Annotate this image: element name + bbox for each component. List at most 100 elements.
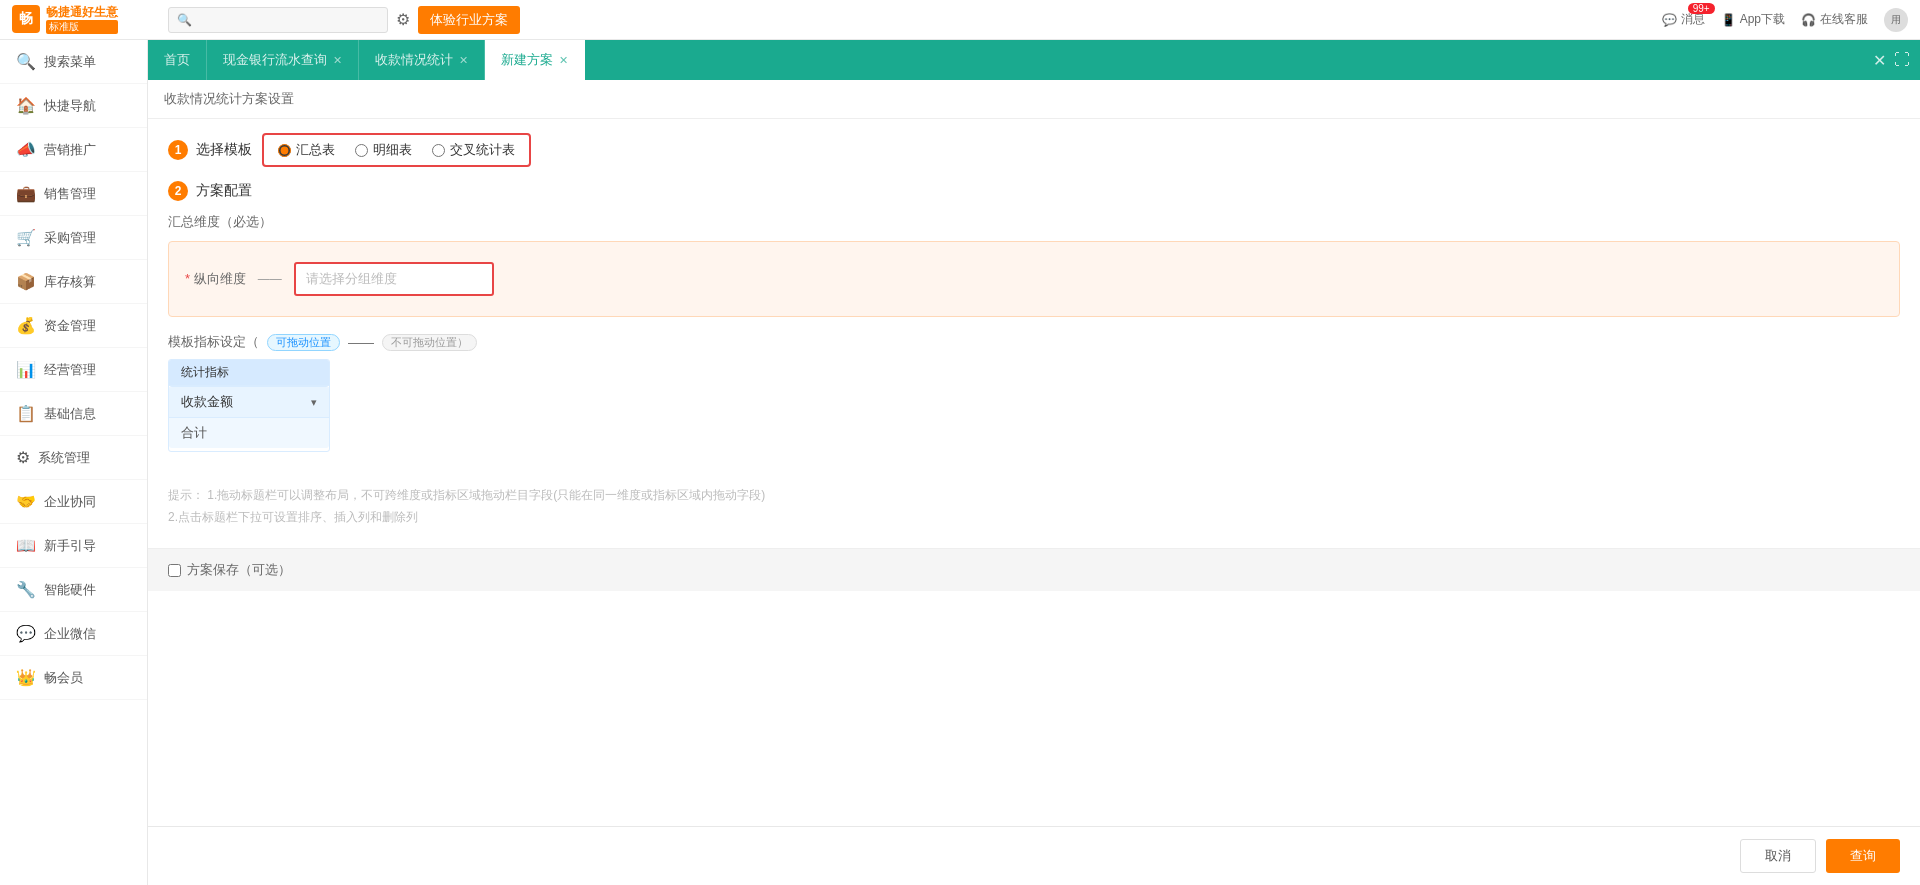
sidebar-item-sales[interactable]: 💼 销售管理	[0, 172, 147, 216]
message-badge: 99+	[1688, 3, 1715, 14]
sidebar-item-inventory[interactable]: 📦 库存核算	[0, 260, 147, 304]
purchase-icon: 🛒	[16, 228, 36, 247]
dimension-select[interactable]: 请选择分组维度	[294, 262, 494, 296]
step2-title: 方案配置	[196, 182, 252, 200]
movable-position-tag: 可拖动位置	[267, 334, 340, 351]
logo-text: 畅捷通好生意	[46, 5, 118, 19]
tab-receipt-stats-close[interactable]: ✕	[459, 54, 468, 67]
sidebar-item-system[interactable]: ⚙ 系统管理	[0, 436, 147, 480]
baseinfo-icon: 📋	[16, 404, 36, 423]
sidebar-item-member[interactable]: 👑 畅会员	[0, 656, 147, 700]
stats-column-header: 收款金额 ▾	[169, 387, 329, 418]
cancel-button[interactable]: 取消	[1740, 839, 1816, 873]
tab-bar: 首页 现金银行流水查询 ✕ 收款情况统计 ✕ 新建方案 ✕ ✕ ⛶	[148, 40, 1920, 80]
tab-bar-actions: ✕ ⛶	[1863, 40, 1920, 80]
tab-home[interactable]: 首页	[148, 40, 207, 80]
wechat-icon: 💬	[16, 624, 36, 643]
tab-new-plan[interactable]: 新建方案 ✕	[485, 40, 585, 80]
radio-cross-label: 交叉统计表	[450, 141, 515, 159]
dimension-arrow: ——	[258, 272, 282, 286]
service-icon: 🎧	[1801, 13, 1816, 27]
top-header: 畅 畅捷通好生意 标准版 🔍 ⚙ 体验行业方案 💬 消息 99+ 📱 App下载…	[0, 0, 1920, 40]
indicator-title-text: 模板指标设定（	[168, 333, 259, 351]
sales-icon: 💼	[16, 184, 36, 203]
stats-table: 收款金额 ▾ 合计	[169, 386, 329, 448]
tab-home-label: 首页	[164, 51, 190, 69]
system-icon: ⚙	[16, 448, 30, 467]
radio-summary-input[interactable]	[278, 144, 291, 157]
tab-receipt-stats-label: 收款情况统计	[375, 51, 453, 69]
radio-cross[interactable]: 交叉统计表	[432, 141, 515, 159]
sidebar-item-wechat[interactable]: 💬 企业微信	[0, 612, 147, 656]
maximize-icon[interactable]: ⛶	[1894, 51, 1910, 69]
radio-cross-input[interactable]	[432, 144, 445, 157]
sidebar-item-label: 系统管理	[38, 449, 90, 467]
tab-new-plan-label: 新建方案	[501, 51, 553, 69]
sidebar-item-collab[interactable]: 🤝 企业协同	[0, 480, 147, 524]
radio-summary[interactable]: 汇总表	[278, 141, 335, 159]
operations-icon: 📊	[16, 360, 36, 379]
save-checkbox[interactable]	[168, 564, 181, 577]
search-icon: 🔍	[177, 13, 192, 27]
indicator-header: 模板指标设定（ 可拖动位置 —— 不可拖动位置）	[168, 333, 1900, 351]
tab-bank-flow-label: 现金银行流水查询	[223, 51, 327, 69]
sidebar-item-label: 新手引导	[44, 537, 96, 555]
tip-line-2: 2.点击标题栏下拉可设置排序、插入列和删除列	[168, 507, 1900, 529]
sidebar-item-label: 经营管理	[44, 361, 96, 379]
dimension-row: * 纵向维度 —— 请选择分组维度	[185, 262, 1883, 296]
download-button[interactable]: 📱 App下载	[1721, 11, 1785, 28]
tab-bank-flow-close[interactable]: ✕	[333, 54, 342, 67]
logo-icon: 畅	[12, 5, 40, 33]
service-button[interactable]: 🎧 在线客服	[1801, 11, 1868, 28]
sidebar-item-marketing[interactable]: 📣 营销推广	[0, 128, 147, 172]
sidebar-item-label: 销售管理	[44, 185, 96, 203]
sidebar-item-finance[interactable]: 💰 资金管理	[0, 304, 147, 348]
page-title-bar: 收款情况统计方案设置	[148, 80, 1920, 119]
finance-icon: 💰	[16, 316, 36, 335]
guide-icon: 📖	[16, 536, 36, 555]
dimension-section-title: 汇总维度（必选）	[168, 213, 1900, 231]
user-avatar[interactable]: 用	[1884, 8, 1908, 32]
sidebar-item-purchase[interactable]: 🛒 采购管理	[0, 216, 147, 260]
sidebar-item-hardware[interactable]: 🔧 智能硬件	[0, 568, 147, 612]
stats-table-row: 合计	[169, 418, 329, 448]
close-window-icon[interactable]: ✕	[1873, 51, 1886, 70]
page-inner: 收款情况统计方案设置 1 选择模板	[148, 80, 1920, 826]
sidebar-item-label: 基础信息	[44, 405, 96, 423]
indicator-separator: ——	[348, 335, 374, 350]
dimension-placeholder: 请选择分组维度	[306, 271, 397, 286]
indicator-section: 模板指标设定（ 可拖动位置 —— 不可拖动位置） 统计指标	[168, 333, 1900, 528]
dimension-area: * 纵向维度 —— 请选择分组维度	[168, 241, 1900, 317]
sidebar-item-label: 智能硬件	[44, 581, 96, 599]
radio-detail[interactable]: 明细表	[355, 141, 412, 159]
page-title: 收款情况统计方案设置	[164, 91, 294, 106]
search-bar[interactable]: 🔍	[168, 7, 388, 33]
sidebar-item-quicknav[interactable]: 🏠 快捷导航	[0, 84, 147, 128]
header-actions: 💬 消息 99+ 📱 App下载 🎧 在线客服 用	[1662, 8, 1908, 32]
logo-badge: 标准版	[46, 20, 118, 34]
sidebar-item-operations[interactable]: 📊 经营管理	[0, 348, 147, 392]
radio-detail-label: 明细表	[373, 141, 412, 159]
industry-button[interactable]: 体验行业方案	[418, 6, 520, 34]
column-dropdown-icon[interactable]: ▾	[311, 396, 317, 409]
tab-new-plan-close[interactable]: ✕	[559, 54, 568, 67]
sidebar-item-label: 快捷导航	[44, 97, 96, 115]
tab-receipt-stats[interactable]: 收款情况统计 ✕	[359, 40, 485, 80]
sidebar-item-label: 库存核算	[44, 273, 96, 291]
message-button[interactable]: 💬 消息 99+	[1662, 11, 1705, 28]
tab-bank-flow[interactable]: 现金银行流水查询 ✕	[207, 40, 359, 80]
sidebar-item-base-info[interactable]: 📋 基础信息	[0, 392, 147, 436]
radio-detail-input[interactable]	[355, 144, 368, 157]
search-menu-icon: 🔍	[16, 52, 36, 71]
sidebar-item-search[interactable]: 🔍 搜索菜单	[0, 40, 147, 84]
inventory-icon: 📦	[16, 272, 36, 291]
tip-line-1: 提示： 1.拖动标题栏可以调整布局，不可跨维度或指标区域拖动栏目字段(只能在同一…	[168, 485, 1900, 507]
dimension-subsection: 汇总维度（必选） * 纵向维度 —— 请选择分组维度	[168, 213, 1900, 317]
sidebar-item-guide[interactable]: 📖 新手引导	[0, 524, 147, 568]
sidebar-item-label: 搜索菜单	[44, 53, 96, 71]
query-button[interactable]: 查询	[1826, 839, 1900, 873]
sidebar-item-label: 资金管理	[44, 317, 96, 335]
sidebar-item-label: 营销推广	[44, 141, 96, 159]
settings-icon[interactable]: ⚙	[396, 10, 410, 29]
save-option-label: 方案保存（可选）	[187, 561, 291, 579]
